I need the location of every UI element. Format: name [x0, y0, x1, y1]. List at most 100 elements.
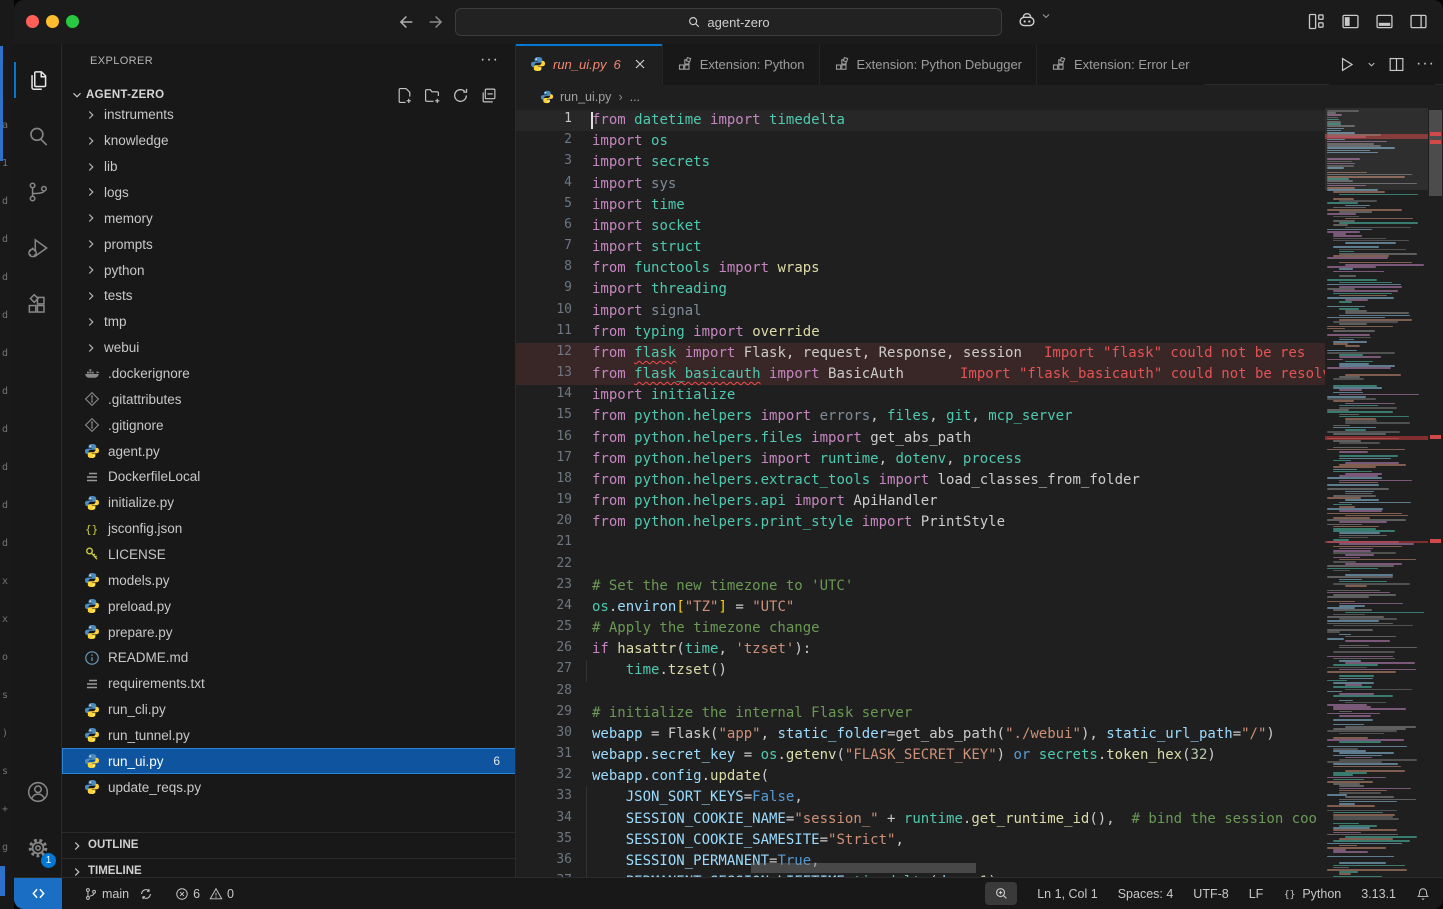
- code-line-29[interactable]: 29 # initialize the internal Flask server: [516, 703, 1325, 724]
- customize-layout-icon[interactable]: [1306, 11, 1327, 32]
- toggle-panel-icon[interactable]: [1374, 11, 1395, 32]
- copilot-button[interactable]: [1016, 10, 1052, 32]
- minimap-slider[interactable]: [1325, 108, 1428, 190]
- command-center-search[interactable]: agent-zero: [455, 8, 1002, 36]
- activity-bar-item-search[interactable]: [14, 114, 62, 158]
- tree-file-.gitattributes[interactable]: .gitattributes: [62, 386, 515, 412]
- tab-extension-python[interactable]: Extension: Python: [662, 44, 820, 85]
- breadcrumb-file[interactable]: run_ui.py: [560, 90, 611, 104]
- code-line-12[interactable]: 12 from flask import Flask, request, Resp…: [516, 342, 1325, 365]
- activity-bar-item-run-and-debug[interactable]: [14, 226, 62, 270]
- code-line-13[interactable]: 13 from flask_basicauth import BasicAuth I…: [516, 364, 1325, 386]
- code-editor[interactable]: 1 from datetime import timedelta 2 import o…: [516, 108, 1443, 877]
- python-interpreter[interactable]: 3.13.1: [1361, 887, 1396, 901]
- tab-extension-error-ler[interactable]: Extension: Error Ler: [1037, 44, 1204, 85]
- code-line-7[interactable]: 7 import struct: [516, 237, 1325, 258]
- code-line-26[interactable]: 26 if hasattr(time, 'tzset'):: [516, 639, 1325, 660]
- code-line-30[interactable]: 30 webapp = Flask("app", static_folder=ge…: [516, 724, 1325, 745]
- code-line-28[interactable]: 28: [516, 682, 1325, 703]
- code-line-8[interactable]: 8 from functools import wraps: [516, 258, 1325, 279]
- code-line-17[interactable]: 17 from python.helpers import runtime, do…: [516, 449, 1325, 470]
- run-dropdown-chevron-icon[interactable]: [1366, 55, 1377, 74]
- code-line-31[interactable]: 31 webapp.secret_key = os.getenv("FLASK_S…: [516, 745, 1325, 766]
- breadcrumb[interactable]: run_ui.py › ...: [516, 85, 1443, 108]
- minimap[interactable]: [1325, 108, 1428, 877]
- tree-folder-memory[interactable]: memory: [62, 205, 515, 231]
- language-mode[interactable]: {} Python: [1283, 887, 1341, 901]
- problems-item[interactable]: 6 0: [175, 887, 234, 901]
- indentation[interactable]: Spaces: 4: [1118, 887, 1174, 901]
- outline-section[interactable]: OUTLINE: [62, 832, 515, 858]
- timeline-section[interactable]: TIMELINE: [62, 858, 515, 877]
- eol-sequence[interactable]: LF: [1249, 887, 1264, 901]
- code-line-34[interactable]: 34 SESSION_COOKIE_NAME="session_" + runt…: [516, 808, 1325, 830]
- tree-file-initialize.py[interactable]: initialize.py: [62, 490, 515, 516]
- code-line-11[interactable]: 11 from typing import override: [516, 322, 1325, 343]
- code-line-21[interactable]: 21: [516, 533, 1325, 554]
- activity-bar-item-source-control[interactable]: [14, 170, 62, 214]
- tree-file-LICENSE[interactable]: LICENSE: [62, 542, 515, 568]
- tree-file-.gitignore[interactable]: .gitignore: [62, 412, 515, 438]
- code-line-4[interactable]: 4 import sys: [516, 174, 1325, 195]
- code-line-1[interactable]: 1 from datetime import timedelta: [516, 110, 1325, 132]
- tree-folder-webui[interactable]: webui: [62, 335, 515, 361]
- close-icon[interactable]: [632, 56, 648, 72]
- code-line-23[interactable]: 23 # Set the new timezone to 'UTC': [516, 576, 1325, 597]
- tree-file-preload.py[interactable]: preload.py: [62, 593, 515, 619]
- tree-file-jsconfig.json[interactable]: {} jsconfig.json: [62, 516, 515, 542]
- split-editor-icon[interactable]: [1387, 55, 1406, 74]
- zoom-window-button[interactable]: [66, 15, 79, 28]
- code-line-25[interactable]: 25 # Apply the timezone change: [516, 618, 1325, 639]
- code-line-3[interactable]: 3 import secrets: [516, 152, 1325, 173]
- tab-extension-python-debugger[interactable]: Extension: Python Debugger: [819, 44, 1038, 85]
- activity-bar-item-extensions[interactable]: [14, 283, 62, 327]
- code-line-18[interactable]: 18 from python.helpers.extract_tools impo…: [516, 470, 1325, 491]
- activity-bar-item-explorer[interactable]: [14, 58, 62, 102]
- code-line-5[interactable]: 5 import time: [516, 195, 1325, 216]
- tree-file-prepare.py[interactable]: prepare.py: [62, 619, 515, 645]
- run-python-file-icon[interactable]: [1337, 55, 1356, 74]
- code-line-27[interactable]: 27 time.tzset(): [516, 660, 1325, 682]
- tree-file-run_cli.py[interactable]: run_cli.py: [62, 697, 515, 723]
- horizontal-scrollbar[interactable]: [751, 863, 976, 873]
- forward-arrow-icon[interactable]: [426, 11, 448, 33]
- toggle-primary-sidebar-icon[interactable]: [1340, 11, 1361, 32]
- zoom-indicator[interactable]: [985, 882, 1018, 905]
- back-arrow-icon[interactable]: [394, 11, 416, 33]
- code-line-24[interactable]: 24 os.environ["TZ"] = "UTC": [516, 597, 1325, 618]
- code-line-10[interactable]: 10 import signal: [516, 301, 1325, 322]
- code-line-9[interactable]: 9 import threading: [516, 279, 1325, 300]
- notifications-bell-icon[interactable]: [1416, 886, 1431, 901]
- tree-folder-instruments[interactable]: instruments: [62, 102, 515, 128]
- code-line-33[interactable]: 33 JSON_SORT_KEYS=False,: [516, 787, 1325, 809]
- tree-file-run_ui.py[interactable]: run_ui.py 6: [62, 748, 515, 775]
- encoding[interactable]: UTF-8: [1193, 887, 1228, 901]
- tab-run-ui-py[interactable]: run_ui.py 6: [516, 44, 663, 85]
- tree-folder-knowledge[interactable]: knowledge: [62, 128, 515, 154]
- code-line-2[interactable]: 2 import os: [516, 131, 1325, 152]
- code-line-20[interactable]: 20 from python.helpers.print_style import…: [516, 512, 1325, 533]
- tree-folder-tests[interactable]: tests: [62, 283, 515, 309]
- code-line-35[interactable]: 35 SESSION_COOKIE_SAMESITE="Strict",: [516, 829, 1325, 851]
- remote-indicator[interactable]: [14, 878, 62, 909]
- sidebar-more-actions-icon[interactable]: ···: [480, 51, 499, 69]
- cursor-position[interactable]: Ln 1, Col 1: [1037, 887, 1097, 901]
- activity-bar-item-settings[interactable]: 1: [14, 826, 62, 870]
- code-line-22[interactable]: 22: [516, 555, 1325, 576]
- tree-file-DockerfileLocal[interactable]: DockerfileLocal: [62, 464, 515, 490]
- tree-folder-python[interactable]: python: [62, 257, 515, 283]
- code-line-14[interactable]: 14 import initialize: [516, 385, 1325, 406]
- more-editor-actions-icon[interactable]: ···: [1416, 55, 1435, 74]
- tree-file-requirements.txt[interactable]: requirements.txt: [62, 671, 515, 697]
- breadcrumb-rest[interactable]: ...: [630, 90, 640, 104]
- tree-file-run_tunnel.py[interactable]: run_tunnel.py: [62, 723, 515, 749]
- tree-folder-tmp[interactable]: tmp: [62, 309, 515, 335]
- sync-icon[interactable]: [139, 887, 153, 901]
- code-line-16[interactable]: 16 from python.helpers.files import get_a…: [516, 428, 1325, 449]
- close-window-button[interactable]: [26, 15, 39, 28]
- toggle-secondary-sidebar-icon[interactable]: [1408, 11, 1429, 32]
- tree-folder-lib[interactable]: lib: [62, 154, 515, 180]
- vertical-scrollbar[interactable]: [1429, 110, 1442, 196]
- tree-folder-logs[interactable]: logs: [62, 180, 515, 206]
- tree-folder-prompts[interactable]: prompts: [62, 231, 515, 257]
